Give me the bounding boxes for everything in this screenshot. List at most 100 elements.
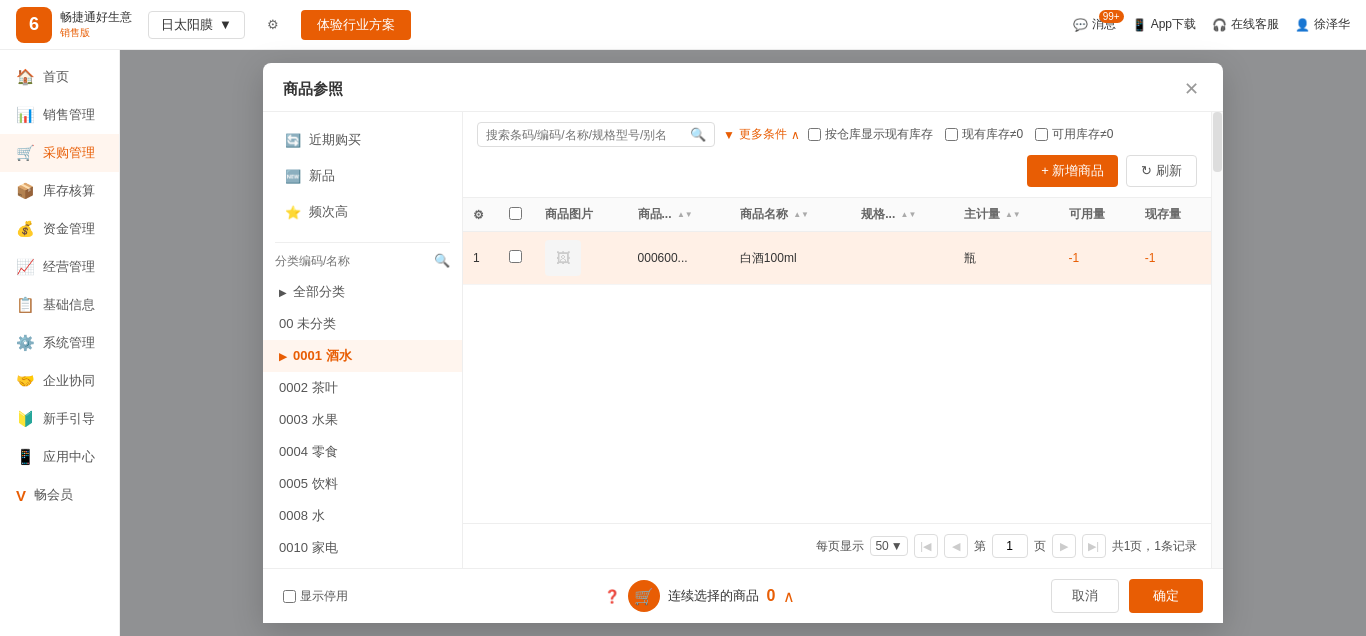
warehouse-filter[interactable]: 按仓库显示现有库存: [808, 126, 933, 143]
table-row[interactable]: 1 🖼 000600...: [463, 232, 1211, 285]
col-stock[interactable]: 现存量: [1135, 198, 1211, 232]
per-page-select[interactable]: 50 ▼: [870, 536, 907, 556]
sidebar-item-system[interactable]: ⚙️ 系统管理: [0, 324, 119, 362]
page-number-input[interactable]: [992, 534, 1028, 558]
right-panel: 🔍 ▼ 更多条件 ∧ 按仓库显示现有库存: [463, 112, 1211, 568]
product-search-input[interactable]: [486, 128, 686, 142]
left-panel: 🔄 近期购买 🆕 新品 ⭐ 频次高: [263, 112, 463, 568]
star-icon: ⭐: [285, 205, 301, 220]
search-icon[interactable]: 🔍: [690, 127, 706, 142]
last-page-button[interactable]: ▶|: [1082, 534, 1106, 558]
col-available-label: 可用量: [1069, 207, 1105, 221]
help-icon[interactable]: ❓: [604, 589, 620, 604]
category-search-input[interactable]: [275, 254, 428, 268]
next-page-button[interactable]: ▶: [1052, 534, 1076, 558]
col-code[interactable]: 商品... ▲▼: [628, 198, 730, 232]
category-item-0005[interactable]: 0005 饮料: [263, 468, 462, 500]
product-table-area: ⚙ 商品图片 商品... ▲▼ 商品名称: [463, 198, 1211, 523]
category-item-0001[interactable]: ▶ 0001 酒水: [263, 340, 462, 372]
recent-buy-button[interactable]: 🔄 近期购买: [275, 124, 450, 156]
sort-name-icon[interactable]: ▲▼: [793, 210, 809, 219]
store-selector[interactable]: 日太阳膜 ▼: [148, 11, 245, 39]
category-item-00[interactable]: 00 未分类: [263, 308, 462, 340]
category-item-0008[interactable]: 0008 水: [263, 500, 462, 532]
sidebar-item-home[interactable]: 🏠 首页: [0, 58, 119, 96]
sidebar-label-inventory: 库存核算: [43, 182, 95, 200]
modal-body: 🔄 近期购买 🆕 新品 ⭐ 频次高: [263, 112, 1223, 568]
show-disabled-checkbox[interactable]: [283, 590, 296, 603]
cell-checkbox[interactable]: [499, 232, 535, 285]
category-item-0010[interactable]: 0010 家电: [263, 532, 462, 564]
top-navigation: 6 畅捷通好生意 销售版 日太阳膜 ▼ ⚙ 体验行业方案 💬 消息 99+ 📱 …: [0, 0, 1366, 50]
category-item-0003[interactable]: 0003 水果: [263, 404, 462, 436]
category-item-0004[interactable]: 0004 零食: [263, 436, 462, 468]
select-arrow-icon: ▼: [891, 539, 903, 553]
usable-filter[interactable]: 可用库存≠0: [1035, 126, 1113, 143]
sort-spec-icon[interactable]: ▲▼: [901, 210, 917, 219]
cell-name: 白酒100ml: [730, 232, 851, 285]
add-product-button[interactable]: + 新增商品: [1027, 155, 1118, 187]
sidebar-item-apps[interactable]: 📱 应用中心: [0, 438, 119, 476]
sidebar-item-sales[interactable]: 📊 销售管理: [0, 96, 119, 134]
logo-text: 畅捷通好生意 销售版: [60, 9, 132, 40]
settings-button[interactable]: ⚙: [257, 9, 289, 41]
usable-checkbox[interactable]: [1035, 128, 1048, 141]
col-unit[interactable]: 主计量 ▲▼: [954, 198, 1059, 232]
more-filter-button[interactable]: ▼ 更多条件 ∧: [723, 126, 800, 143]
refresh-button[interactable]: ↻ 刷新: [1126, 155, 1197, 187]
first-page-button[interactable]: |◀: [914, 534, 938, 558]
new-product-button[interactable]: 🆕 新品: [275, 160, 450, 192]
sort-code-icon[interactable]: ▲▼: [677, 210, 693, 219]
online-service-button[interactable]: 🎧 在线客服: [1212, 16, 1279, 33]
sidebar-item-vip[interactable]: V 畅会员: [0, 476, 119, 514]
sidebar-item-inventory[interactable]: 📦 库存核算: [0, 172, 119, 210]
expand-icon-0001: ▶: [279, 351, 287, 362]
col-checkbox[interactable]: [499, 198, 535, 232]
scrollbar[interactable]: [1211, 112, 1223, 568]
col-name[interactable]: 商品名称 ▲▼: [730, 198, 851, 232]
col-settings[interactable]: ⚙: [463, 198, 499, 232]
sidebar-label-guide: 新手引导: [43, 410, 95, 428]
cell-unit: 瓶: [954, 232, 1059, 285]
category-all[interactable]: ▶ 全部分类: [263, 276, 462, 308]
user-profile[interactable]: 👤 徐泽华: [1295, 16, 1350, 33]
sidebar-label-operations: 经营管理: [43, 258, 95, 276]
sidebar-item-guide[interactable]: 🔰 新手引导: [0, 400, 119, 438]
show-disabled-check[interactable]: 显示停用: [283, 588, 348, 605]
toolbar-right: + 新增商品 ↻ 刷新: [1027, 155, 1197, 187]
divider: [275, 242, 450, 243]
logo-icon: 6: [16, 7, 52, 43]
col-spec[interactable]: 规格... ▲▼: [851, 198, 953, 232]
prev-page-button[interactable]: ◀: [944, 534, 968, 558]
high-frequency-button[interactable]: ⭐ 频次高: [275, 196, 450, 228]
sidebar-item-purchase[interactable]: 🛒 采购管理: [0, 134, 119, 172]
col-available[interactable]: 可用量: [1059, 198, 1135, 232]
category-item-0002[interactable]: 0002 茶叶: [263, 372, 462, 404]
scroll-thumb[interactable]: [1213, 112, 1222, 172]
confirm-button[interactable]: 确定: [1129, 579, 1203, 613]
trial-button[interactable]: 体验行业方案: [301, 10, 411, 40]
available-filter[interactable]: 现有库存≠0: [945, 126, 1023, 143]
app-download-button[interactable]: 📱 App下载: [1132, 16, 1196, 33]
guide-icon: 🔰: [16, 410, 35, 428]
available-checkbox[interactable]: [945, 128, 958, 141]
category-search-icon[interactable]: 🔍: [434, 253, 450, 268]
store-name: 日太阳膜: [161, 16, 213, 34]
sidebar-item-enterprise[interactable]: 🤝 企业协同: [0, 362, 119, 400]
select-all-checkbox[interactable]: [509, 207, 522, 220]
col-stock-label: 现存量: [1145, 207, 1181, 221]
row-checkbox[interactable]: [509, 250, 522, 263]
messages-button[interactable]: 💬 消息 99+: [1073, 16, 1116, 33]
cancel-button[interactable]: 取消: [1051, 579, 1119, 613]
messages-badge: 99+: [1099, 10, 1124, 23]
footer-left: 显示停用: [283, 588, 348, 605]
sort-unit-icon[interactable]: ▲▼: [1005, 210, 1021, 219]
collapse-cart-icon[interactable]: ∧: [783, 587, 795, 606]
sidebar-item-operations[interactable]: 📈 经营管理: [0, 248, 119, 286]
modal-close-button[interactable]: ✕: [1179, 77, 1203, 101]
sidebar-item-basic-info[interactable]: 📋 基础信息: [0, 286, 119, 324]
sidebar-item-finance[interactable]: 💰 资金管理: [0, 210, 119, 248]
scroll-track: [1212, 112, 1223, 568]
warehouse-checkbox[interactable]: [808, 128, 821, 141]
cart-icon[interactable]: 🛒: [628, 580, 660, 612]
